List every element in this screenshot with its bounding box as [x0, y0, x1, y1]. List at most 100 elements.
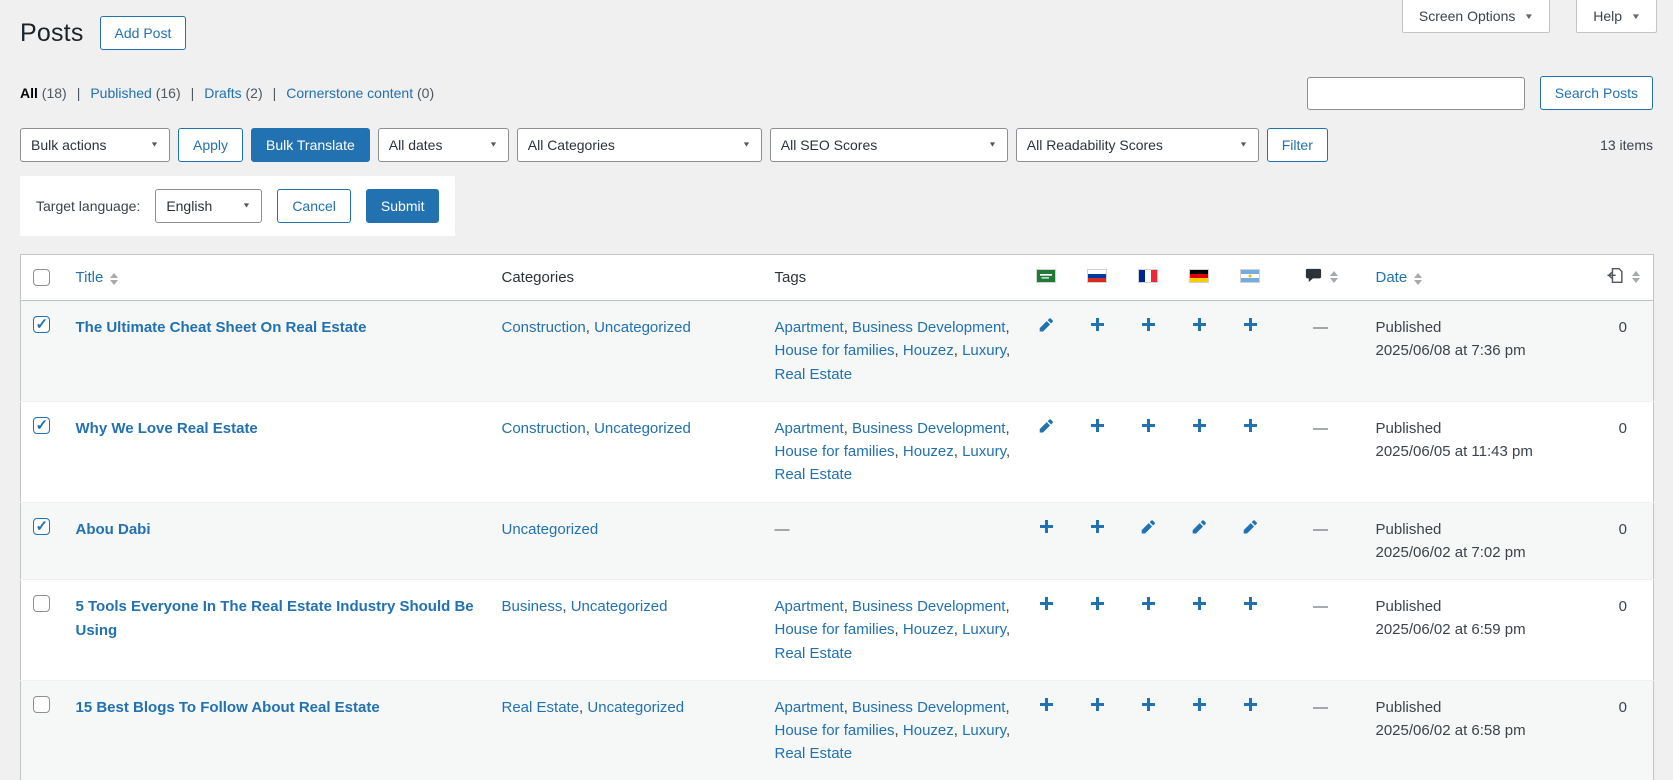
- category-link[interactable]: Uncategorized: [502, 521, 599, 538]
- add-translation-icon[interactable]: [1038, 595, 1055, 612]
- row-select-checkbox[interactable]: [33, 517, 50, 535]
- row-select-checkbox[interactable]: [33, 315, 50, 333]
- post-title-link[interactable]: 5 Tools Everyone In The Real Estate Indu…: [76, 598, 474, 639]
- sort-by-title[interactable]: Title: [76, 269, 119, 286]
- bulk-actions-select[interactable]: Bulk actions: [20, 128, 170, 162]
- submit-button[interactable]: Submit: [365, 189, 440, 223]
- add-translation-icon[interactable]: [1191, 417, 1208, 434]
- category-link[interactable]: Construction: [502, 319, 586, 336]
- sort-by-links[interactable]: [1606, 266, 1640, 285]
- view-all[interactable]: All (18): [20, 85, 67, 101]
- readability-scores-filter-select[interactable]: All Readability Scores: [1015, 128, 1259, 162]
- tag-link[interactable]: Business Development: [852, 420, 1005, 437]
- add-translation-icon[interactable]: [1089, 595, 1106, 612]
- categories-filter-select[interactable]: All Categories: [516, 128, 762, 162]
- tag-link[interactable]: Real Estate: [775, 645, 853, 662]
- tags-cell: —: [765, 502, 1021, 580]
- post-title-link[interactable]: 15 Best Blogs To Follow About Real Estat…: [76, 699, 380, 716]
- tag-link[interactable]: Houzez: [903, 621, 954, 638]
- tag-link[interactable]: Luxury: [962, 621, 1006, 638]
- tag-link[interactable]: Apartment: [775, 420, 844, 437]
- category-link[interactable]: Real Estate: [502, 699, 580, 716]
- post-title-link[interactable]: Abou Dabi: [76, 521, 151, 538]
- edit-translation-icon[interactable]: [1241, 518, 1259, 536]
- tag-link[interactable]: Apartment: [775, 598, 844, 615]
- edit-translation-icon[interactable]: [1037, 316, 1055, 334]
- category-link[interactable]: Construction: [502, 420, 586, 437]
- comments-icon: [1304, 266, 1323, 285]
- categories-cell: Construction, Uncategorized: [501, 419, 691, 437]
- bulk-translate-button[interactable]: Bulk Translate: [251, 128, 370, 162]
- tag-link[interactable]: House for families: [775, 443, 895, 460]
- translation-cell: [1123, 502, 1174, 580]
- add-translation-icon[interactable]: [1242, 316, 1259, 333]
- add-translation-icon[interactable]: [1140, 417, 1157, 434]
- category-link[interactable]: Uncategorized: [594, 319, 691, 336]
- add-translation-icon[interactable]: [1038, 696, 1055, 713]
- filter-button[interactable]: Filter: [1266, 128, 1328, 162]
- add-translation-icon[interactable]: [1089, 518, 1106, 535]
- category-link[interactable]: Uncategorized: [571, 598, 668, 615]
- add-translation-icon[interactable]: [1242, 417, 1259, 434]
- tag-link[interactable]: House for families: [775, 621, 895, 638]
- tag-link[interactable]: Apartment: [775, 319, 844, 336]
- edit-translation-icon[interactable]: [1037, 417, 1055, 435]
- tag-link[interactable]: Luxury: [962, 443, 1006, 460]
- add-translation-icon[interactable]: [1089, 316, 1106, 333]
- add-translation-icon[interactable]: [1140, 595, 1157, 612]
- tag-link[interactable]: Luxury: [962, 342, 1006, 359]
- add-translation-icon[interactable]: [1140, 696, 1157, 713]
- tag-link[interactable]: Business Development: [852, 699, 1005, 716]
- post-title-link[interactable]: Why We Love Real Estate: [76, 420, 258, 437]
- apply-button[interactable]: Apply: [178, 128, 244, 162]
- category-link[interactable]: Uncategorized: [594, 420, 691, 437]
- edit-translation-icon[interactable]: [1190, 518, 1208, 536]
- row-select-checkbox[interactable]: [33, 416, 50, 434]
- tag-link[interactable]: Real Estate: [775, 745, 853, 762]
- tag-link[interactable]: Houzez: [903, 342, 954, 359]
- add-translation-icon[interactable]: [1242, 696, 1259, 713]
- add-translation-icon[interactable]: [1089, 417, 1106, 434]
- category-link[interactable]: Business: [502, 598, 563, 615]
- view-cornerstone-content[interactable]: Cornerstone content (0): [286, 85, 434, 101]
- tag-link[interactable]: Luxury: [962, 722, 1006, 739]
- help-button[interactable]: Help ▼: [1576, 0, 1657, 33]
- post-title-link[interactable]: The Ultimate Cheat Sheet On Real Estate: [76, 319, 367, 336]
- tag-link[interactable]: Houzez: [903, 722, 954, 739]
- add-translation-icon[interactable]: [1038, 518, 1055, 535]
- view-drafts[interactable]: Drafts (2): [204, 85, 262, 101]
- add-translation-icon[interactable]: [1089, 696, 1106, 713]
- dates-filter-select[interactable]: All dates: [377, 128, 509, 162]
- tag-link[interactable]: Apartment: [775, 699, 844, 716]
- tag-link[interactable]: Business Development: [852, 319, 1005, 336]
- chevron-down-icon: ▼: [1630, 11, 1642, 21]
- add-translation-icon[interactable]: [1191, 316, 1208, 333]
- add-translation-icon[interactable]: [1242, 595, 1259, 612]
- search-input[interactable]: [1306, 76, 1525, 110]
- tag-link[interactable]: Real Estate: [775, 366, 853, 383]
- cancel-button[interactable]: Cancel: [277, 189, 351, 223]
- category-link[interactable]: Uncategorized: [587, 699, 684, 716]
- add-translation-icon[interactable]: [1191, 595, 1208, 612]
- add-post-button[interactable]: Add Post: [99, 16, 187, 50]
- translation-cell: [1021, 401, 1072, 502]
- tag-link[interactable]: Business Development: [852, 598, 1005, 615]
- row-select-checkbox[interactable]: [33, 595, 50, 612]
- add-translation-icon[interactable]: [1191, 696, 1208, 713]
- add-translation-icon[interactable]: [1140, 316, 1157, 333]
- tag-link[interactable]: House for families: [775, 722, 895, 739]
- row-select-checkbox[interactable]: [33, 695, 50, 713]
- sort-by-date[interactable]: Date: [1376, 269, 1423, 286]
- select-all-checkbox[interactable]: [33, 269, 50, 286]
- search-posts-button[interactable]: Search Posts: [1539, 76, 1653, 110]
- screen-options-button[interactable]: Screen Options ▼: [1401, 0, 1551, 33]
- sort-arrows-icon: [110, 272, 119, 285]
- view-published[interactable]: Published (16): [90, 85, 180, 101]
- tag-link[interactable]: Houzez: [903, 443, 954, 460]
- seo-scores-filter-select[interactable]: All SEO Scores: [769, 128, 1008, 162]
- tag-link[interactable]: House for families: [775, 342, 895, 359]
- target-language-select[interactable]: English: [155, 189, 263, 223]
- tag-link[interactable]: Real Estate: [775, 466, 853, 483]
- sort-by-comments[interactable]: [1304, 266, 1338, 285]
- edit-translation-icon[interactable]: [1139, 518, 1157, 536]
